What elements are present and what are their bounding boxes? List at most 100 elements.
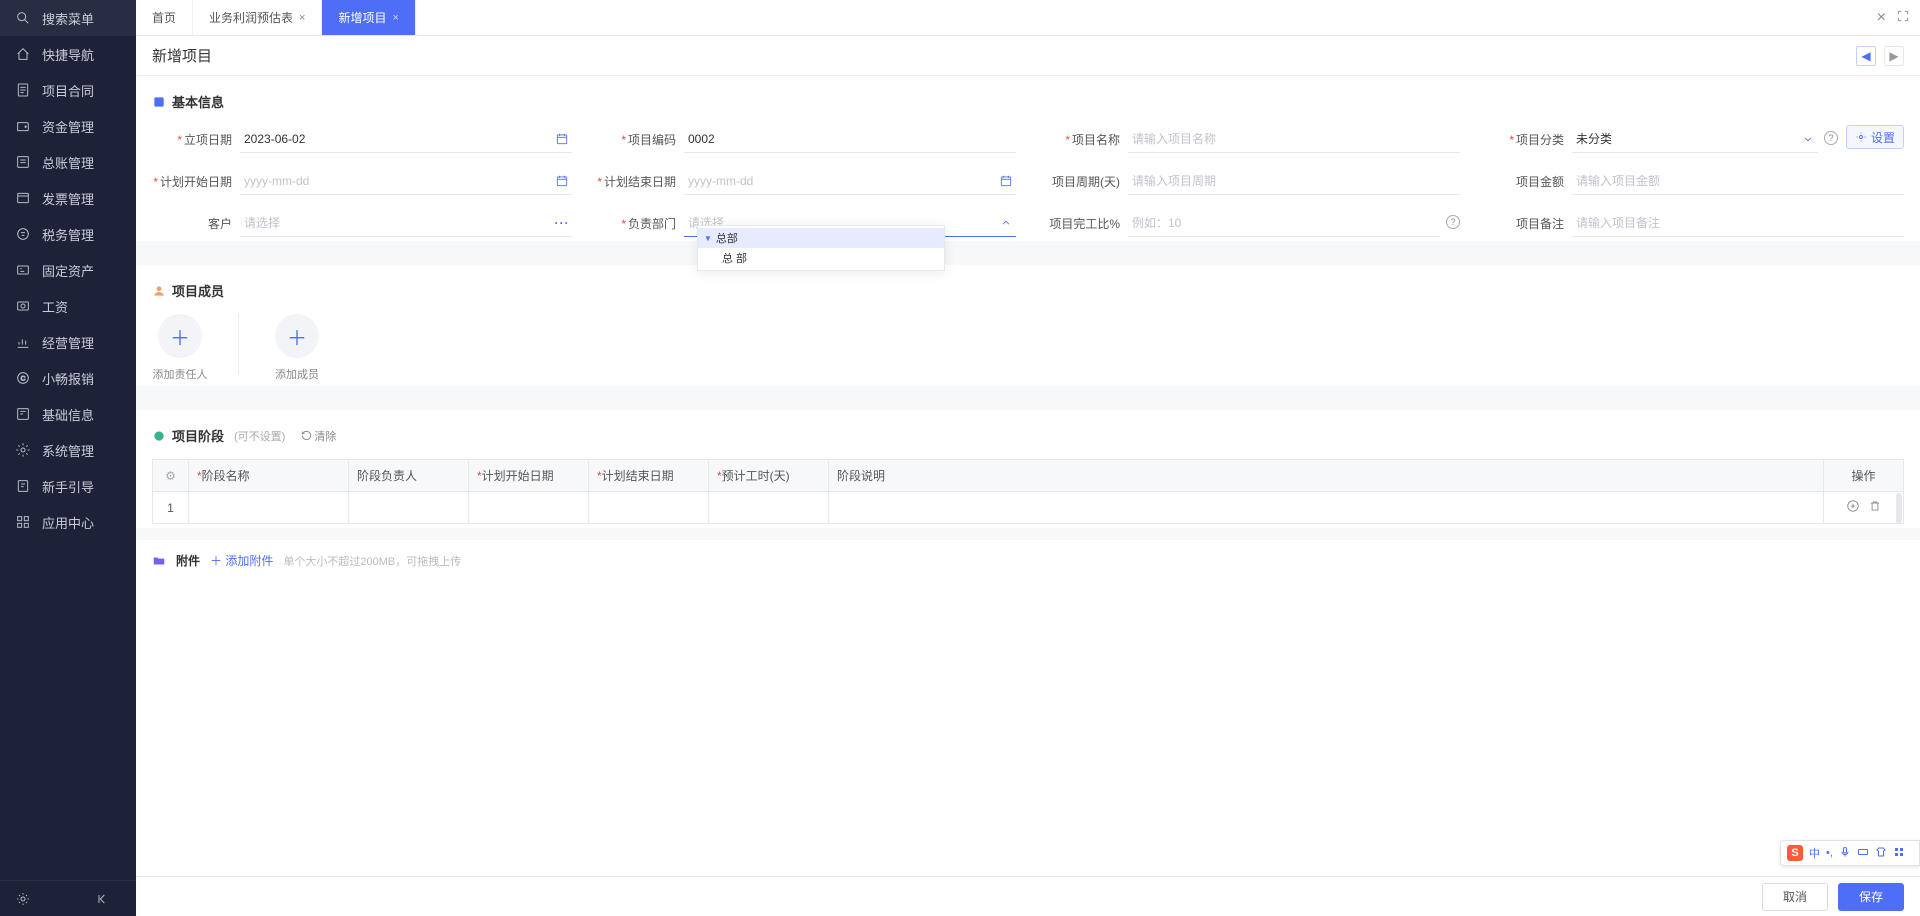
dropdown-label: 总 部 xyxy=(722,250,747,266)
gear-icon[interactable] xyxy=(14,890,32,908)
chevron-up-icon[interactable] xyxy=(998,215,1014,231)
sidebar-item-label: 工资 xyxy=(42,297,68,316)
save-button[interactable]: 保存 xyxy=(1838,883,1904,911)
sidebar-item-contract[interactable]: 项目合同 xyxy=(0,72,136,108)
search-icon xyxy=(14,9,32,27)
fullscreen-icon[interactable] xyxy=(1896,9,1910,26)
chevron-down-icon[interactable] xyxy=(1800,131,1816,147)
section-title: 项目阶段 xyxy=(172,426,224,445)
sidebar-item-funds[interactable]: 资金管理 xyxy=(0,108,136,144)
next-page-button[interactable]: ▶ xyxy=(1884,46,1904,66)
tab-new-project[interactable]: 新增项目× xyxy=(322,0,415,35)
section-icon xyxy=(152,429,166,443)
add-row-icon[interactable] xyxy=(1846,499,1860,516)
cancel-button[interactable]: 取消 xyxy=(1762,883,1828,911)
clear-stages-link[interactable]: 清除 xyxy=(301,428,336,444)
sidebar-item-appcenter[interactable]: 应用中心 xyxy=(0,504,136,540)
ime-punct-icon[interactable]: •, xyxy=(1826,847,1833,859)
dept-dropdown: ▼ 总部 总 部 xyxy=(697,225,945,271)
add-attachment-link[interactable]: ＋ 添加附件 xyxy=(210,552,273,569)
dropdown-label: 总部 xyxy=(716,230,738,246)
prev-page-button[interactable]: ◀ xyxy=(1856,46,1876,66)
reimburse-icon: C xyxy=(14,369,32,387)
input-code[interactable] xyxy=(684,125,1016,153)
page-title: 新增项目 xyxy=(152,45,1856,66)
input-name[interactable] xyxy=(1128,125,1460,153)
row-index: 1 xyxy=(153,492,189,524)
tab-profit-report[interactable]: 业务利润预估表× xyxy=(193,0,322,35)
ledger-icon xyxy=(14,153,32,171)
member-label: 添加成员 xyxy=(275,366,319,382)
add-owner-button[interactable]: ＋ xyxy=(158,314,202,358)
chart-icon xyxy=(14,333,32,351)
sidebar-item-reimburse[interactable]: C 小畅报销 xyxy=(0,360,136,396)
close-all-icon[interactable]: × xyxy=(1877,9,1886,27)
add-member-button[interactable]: ＋ xyxy=(275,314,319,358)
ime-toolbar[interactable]: S 中 •, xyxy=(1780,840,1920,866)
calendar-icon[interactable] xyxy=(554,131,570,147)
input-period[interactable] xyxy=(1128,167,1460,195)
ime-logo: S xyxy=(1787,845,1803,861)
sidebar-item-ledger[interactable]: 总账管理 xyxy=(0,144,136,180)
ime-keyboard-icon[interactable] xyxy=(1857,846,1869,861)
col-action: 操作 xyxy=(1851,469,1875,483)
sidebar-item-system[interactable]: 系统管理 xyxy=(0,432,136,468)
sidebar-item-assets[interactable]: 固定资产 xyxy=(0,252,136,288)
sidebar-search[interactable]: 搜索菜单 xyxy=(0,0,136,36)
sidebar-item-salary[interactable]: 工资 xyxy=(0,288,136,324)
settings-button[interactable]: 设置 xyxy=(1846,125,1904,149)
sidebar-item-label: 总账管理 xyxy=(42,153,94,172)
dropdown-item-root[interactable]: ▼ 总部 xyxy=(698,228,944,248)
ime-mic-icon[interactable] xyxy=(1839,846,1851,861)
sidebar-item-quicknav[interactable]: 快捷导航 xyxy=(0,36,136,72)
delete-row-icon[interactable] xyxy=(1868,499,1882,516)
input-plan-start[interactable] xyxy=(240,167,572,195)
ime-lang[interactable]: 中 xyxy=(1809,845,1820,861)
apps-icon xyxy=(14,513,32,531)
table-row[interactable]: 1 xyxy=(153,492,1904,524)
guide-icon xyxy=(14,477,32,495)
help-icon[interactable]: ? xyxy=(1824,131,1838,145)
sidebar-item-label: 应用中心 xyxy=(42,513,94,532)
ime-menu-icon[interactable] xyxy=(1893,846,1905,861)
home-icon xyxy=(14,45,32,63)
sidebar-item-label: 固定资产 xyxy=(42,261,94,280)
help-icon[interactable]: ? xyxy=(1446,215,1460,229)
section-icon xyxy=(152,95,166,109)
title-row: 新增项目 ◀ ▶ xyxy=(136,36,1920,76)
section-basic: 基本信息 *立项日期 *项目编码 xyxy=(152,76,1904,241)
input-amount[interactable] xyxy=(1572,167,1904,195)
input-customer[interactable] xyxy=(240,209,572,237)
calendar-icon[interactable] xyxy=(998,173,1014,189)
label-name: *项目名称 xyxy=(1040,125,1120,148)
collapse-icon[interactable] xyxy=(94,890,112,908)
input-remark[interactable] xyxy=(1572,209,1904,237)
table-scrollbar[interactable] xyxy=(1896,493,1902,524)
sidebar-item-business[interactable]: 经营管理 xyxy=(0,324,136,360)
attach-hint: 单个大小不超过200MB，可拖拽上传 xyxy=(283,553,461,569)
close-icon[interactable]: × xyxy=(299,12,305,24)
tab-home[interactable]: 首页 xyxy=(136,0,193,35)
input-complete[interactable] xyxy=(1128,209,1440,237)
sidebar-item-guide[interactable]: 新手引导 xyxy=(0,468,136,504)
add-owner: ＋ 添加责任人 xyxy=(152,314,208,382)
sidebar-item-label: 系统管理 xyxy=(42,441,94,460)
ime-skin-icon[interactable] xyxy=(1875,846,1887,861)
sidebar-item-tax[interactable]: 税务管理 xyxy=(0,216,136,252)
content-area: 基本信息 *立项日期 *项目编码 xyxy=(136,76,1920,876)
tabs-row: 首页 业务利润预估表× 新增项目× × xyxy=(136,0,1920,36)
input-setup-date[interactable] xyxy=(240,125,572,153)
gear-icon[interactable]: ⚙ xyxy=(165,469,176,483)
info-icon xyxy=(14,405,32,423)
calendar-icon[interactable] xyxy=(554,173,570,189)
sidebar-item-invoice[interactable]: 发票管理 xyxy=(0,180,136,216)
dropdown-item-child[interactable]: 总 部 xyxy=(698,248,944,268)
more-icon[interactable]: ··· xyxy=(554,215,570,231)
input-category[interactable] xyxy=(1572,125,1818,153)
section-members: 项目成员 ＋ 添加责任人 ＋ 添加成员 xyxy=(152,265,1904,386)
col-name: 阶段名称 xyxy=(202,469,250,483)
label-code: *项目编码 xyxy=(596,125,676,148)
close-icon[interactable]: × xyxy=(392,12,398,24)
input-plan-end[interactable] xyxy=(684,167,1016,195)
sidebar-item-baseinfo[interactable]: 基础信息 xyxy=(0,396,136,432)
